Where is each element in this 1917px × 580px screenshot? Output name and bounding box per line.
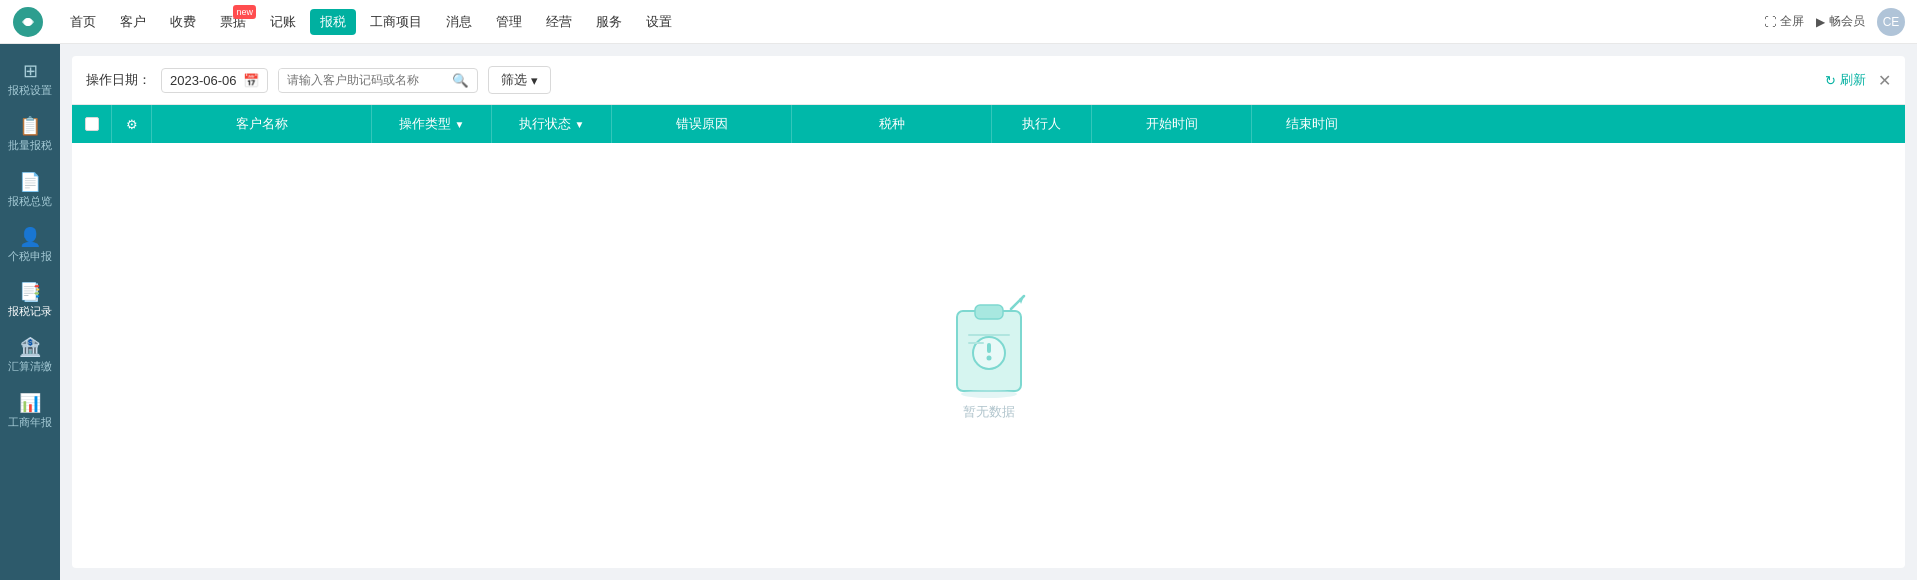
settlement-icon: 🏦: [19, 338, 41, 356]
filter-button[interactable]: 筛选 ▾: [488, 66, 551, 94]
date-picker[interactable]: 2023-06-06 📅: [161, 68, 268, 93]
filter-icon-status[interactable]: ▼: [575, 119, 585, 130]
th-executor: 执行人: [992, 105, 1092, 143]
search-icon: 🔍: [452, 73, 469, 88]
app-logo[interactable]: [12, 6, 44, 38]
filter-icon-operation[interactable]: ▼: [455, 119, 465, 130]
nav-item-tax[interactable]: 报税: [310, 9, 356, 35]
nav-item-finance[interactable]: 经营: [536, 9, 582, 35]
nav-item-manage[interactable]: 管理: [486, 9, 532, 35]
sidebar-item-tax-record[interactable]: 📑 报税记录: [0, 273, 60, 328]
sidebar-item-settlement[interactable]: 🏦 汇算清缴: [0, 328, 60, 383]
content-area: 操作日期： 2023-06-06 📅 🔍 筛选 ▾ ↻: [60, 44, 1917, 580]
header-checkbox[interactable]: [85, 117, 99, 131]
nav-items: 首页 客户 收费 票据 new 记账 报税 工商项目 消息 管理 经营 服务 设…: [60, 9, 1764, 35]
search-input[interactable]: [279, 69, 444, 91]
svg-point-1: [24, 18, 32, 26]
empty-text: 暂无数据: [963, 403, 1015, 421]
sidebar: ⊞ 报税设置 📋 批量报税 📄 报税总览 👤 个税申报 📑 报税记录 🏦 汇算清…: [0, 44, 60, 580]
empty-icon: [939, 291, 1039, 391]
table-body: 暂无数据: [72, 143, 1905, 568]
nav-item-message[interactable]: 消息: [436, 9, 482, 35]
th-operation-type: 操作类型 ▼: [372, 105, 492, 143]
tax-settings-icon: ⊞: [23, 62, 38, 80]
th-exec-status: 执行状态 ▼: [492, 105, 612, 143]
th-start-time: 开始时间: [1092, 105, 1252, 143]
nav-item-accounting[interactable]: 记账: [260, 9, 306, 35]
th-settings: ⚙: [112, 105, 152, 143]
th-end-time: 结束时间: [1252, 105, 1372, 143]
search-button[interactable]: 🔍: [444, 69, 477, 92]
fullscreen-icon: ⛶: [1764, 15, 1776, 29]
svg-point-11: [961, 390, 1017, 398]
toolbar: 操作日期： 2023-06-06 📅 🔍 筛选 ▾ ↻: [72, 56, 1905, 105]
nav-item-invoice[interactable]: 票据 new: [210, 9, 256, 35]
new-badge: new: [233, 5, 256, 19]
close-button[interactable]: ✕: [1878, 71, 1891, 90]
nav-item-home[interactable]: 首页: [60, 9, 106, 35]
tax-record-icon: 📑: [19, 283, 41, 301]
th-client-name: 客户名称: [152, 105, 372, 143]
sidebar-item-tax-overview[interactable]: 📄 报税总览: [0, 163, 60, 218]
settings-icon[interactable]: ⚙: [126, 117, 138, 132]
main-layout: ⊞ 报税设置 📋 批量报税 📄 报税总览 👤 个税申报 📑 报税记录 🏦 汇算清…: [0, 44, 1917, 580]
sidebar-item-tax-settings[interactable]: ⊞ 报税设置: [0, 52, 60, 107]
table-container: 操作日期： 2023-06-06 📅 🔍 筛选 ▾ ↻: [72, 56, 1905, 568]
refresh-icon: ↻: [1825, 73, 1836, 88]
svg-rect-3: [975, 305, 1003, 319]
th-error-reason: 错误原因: [612, 105, 792, 143]
tax-overview-icon: 📄: [19, 173, 41, 191]
empty-state: 暂无数据: [909, 261, 1069, 451]
refresh-button[interactable]: ↻ 刷新: [1825, 71, 1866, 89]
sidebar-item-annual-report[interactable]: 📊 工商年报: [0, 384, 60, 439]
th-checkbox[interactable]: [72, 105, 112, 143]
svg-point-6: [986, 355, 991, 360]
toolbar-right: ↻ 刷新 ✕: [1825, 71, 1891, 90]
avatar[interactable]: CE: [1877, 8, 1905, 36]
th-tax-type: 税种: [792, 105, 992, 143]
batch-tax-icon: 📋: [19, 117, 41, 135]
nav-item-billing[interactable]: 收费: [160, 9, 206, 35]
sidebar-item-batch-tax[interactable]: 📋 批量报税: [0, 107, 60, 162]
table-header: ⚙ 客户名称 操作类型 ▼ 执行状态 ▼ 错误原因 税种: [72, 105, 1905, 143]
top-navigation: 首页 客户 收费 票据 new 记账 报税 工商项目 消息 管理 经营 服务 设…: [0, 0, 1917, 44]
personal-tax-icon: 👤: [19, 228, 41, 246]
calendar-icon: 📅: [243, 73, 259, 88]
search-wrapper: 🔍: [278, 68, 478, 93]
svg-rect-5: [987, 343, 991, 353]
nav-item-customer[interactable]: 客户: [110, 9, 156, 35]
nav-item-settings[interactable]: 设置: [636, 9, 682, 35]
date-label: 操作日期：: [86, 71, 151, 89]
member-button[interactable]: ▶ 畅会员: [1816, 13, 1865, 30]
annual-report-icon: 📊: [19, 394, 41, 412]
nav-right: ⛶ 全屏 ▶ 畅会员 CE: [1764, 8, 1905, 36]
nav-item-business[interactable]: 工商项目: [360, 9, 432, 35]
nav-item-service[interactable]: 服务: [586, 9, 632, 35]
chevron-down-icon: ▾: [531, 73, 538, 88]
sidebar-item-personal-tax[interactable]: 👤 个税申报: [0, 218, 60, 273]
member-icon: ▶: [1816, 15, 1825, 29]
fullscreen-button[interactable]: ⛶ 全屏: [1764, 13, 1804, 30]
